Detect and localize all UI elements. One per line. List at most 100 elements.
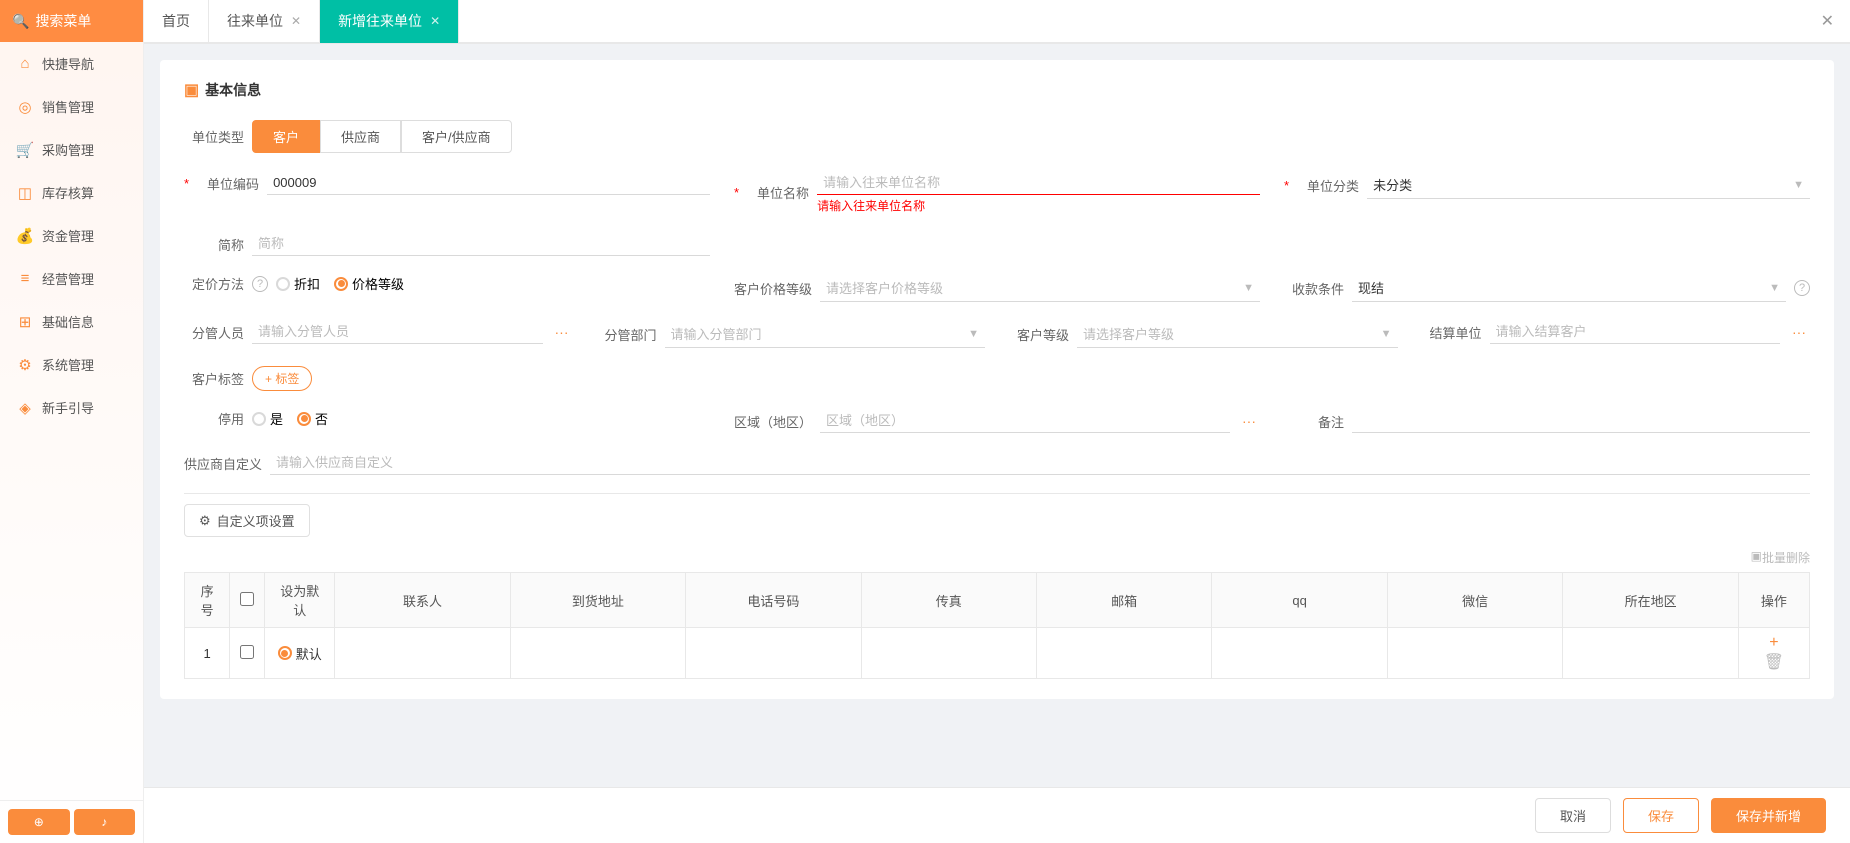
window-close-btn[interactable]: ✕ (1805, 0, 1850, 43)
supplier-custom-input[interactable] (270, 451, 1810, 475)
manager-ellipsis[interactable]: ··· (551, 322, 573, 342)
tab-partners[interactable]: 往来单位 ✕ (209, 0, 320, 43)
row-select[interactable] (240, 645, 254, 659)
col-address: 到货地址 (510, 573, 685, 628)
sidebar-search[interactable]: 🔍 搜索菜单 (0, 0, 143, 42)
row-fax[interactable] (861, 628, 1036, 679)
sidebar-item-basic[interactable]: ⊞ 基础信息 (0, 300, 143, 343)
batch-delete-icon: ▣ (1751, 549, 1762, 566)
tab-new-partner[interactable]: 新增往来单位 ✕ (320, 0, 459, 43)
row-address[interactable] (510, 628, 685, 679)
row-fax-input[interactable] (872, 646, 1026, 661)
sidebar-item-guide[interactable]: ◈ 新手引导 (0, 386, 143, 429)
row-qq[interactable] (1212, 628, 1388, 679)
unit-type-row: 单位类型 客户 供应商 客户/供应商 (184, 120, 1810, 153)
row-phone[interactable] (686, 628, 861, 679)
row-region[interactable] (1563, 628, 1738, 679)
row-address-input[interactable] (521, 646, 675, 661)
row-default-radio[interactable]: 默认 (275, 644, 324, 663)
row-add-btn[interactable]: + (1764, 632, 1783, 653)
sidebar-item-sales[interactable]: ◎ 销售管理 (0, 85, 143, 128)
manager-input[interactable] (252, 320, 543, 344)
tab-bar: 首页 往来单位 ✕ 新增往来单位 ✕ ✕ (144, 0, 1850, 44)
unit-name-input[interactable] (817, 171, 1260, 195)
sidebar-item-label: 系统管理 (42, 355, 94, 374)
settlement-ellipsis[interactable]: ··· (1788, 322, 1810, 342)
save-button[interactable]: 保存 (1623, 798, 1699, 833)
pricing-price-level[interactable]: 价格等级 (334, 274, 404, 293)
purchase-icon: 🛒 (16, 141, 34, 159)
tab-new-partner-close[interactable]: ✕ (430, 14, 440, 28)
batch-delete-label: 批量删除 (1762, 549, 1810, 566)
row-contact-input[interactable] (345, 646, 499, 661)
unit-category-star: * (1284, 178, 1289, 193)
row-region-input[interactable] (1573, 646, 1727, 661)
row-contact[interactable] (335, 628, 510, 679)
payment-terms-help-icon[interactable]: ? (1794, 280, 1810, 296)
department-select[interactable]: 请输入分管部门 ▼ (665, 320, 986, 348)
remark-input[interactable] (1352, 409, 1810, 433)
sidebar-item-operation[interactable]: ≡ 经营管理 (0, 257, 143, 300)
disabled-label: 停用 (184, 409, 244, 428)
unit-type-label: 单位类型 (184, 127, 244, 146)
manager-label: 分管人员 (184, 323, 244, 342)
tab-home[interactable]: 首页 (144, 0, 209, 43)
customer-level-select[interactable]: 请选择客户等级 ▼ (1077, 320, 1398, 348)
sidebar-item-label: 销售管理 (42, 97, 94, 116)
remark-item: 备注 (1284, 409, 1810, 433)
sidebar-item-label: 采购管理 (42, 140, 94, 159)
section-title-text: 基本信息 (205, 80, 261, 100)
sidebar-btn1[interactable]: ⊕ (8, 809, 70, 835)
save-new-button[interactable]: 保存并新增 (1711, 798, 1826, 833)
sidebar-item-purchase[interactable]: 🛒 采购管理 (0, 128, 143, 171)
row-phone-input[interactable] (696, 646, 850, 661)
row-delete-btn[interactable]: 🗑 (1759, 652, 1789, 673)
sidebar-item-quick-nav[interactable]: ⌂ 快捷导航 (0, 42, 143, 85)
main-area: 首页 往来单位 ✕ 新增往来单位 ✕ ✕ ▣ 基本信息 单位类型 (144, 0, 1850, 843)
batch-delete[interactable]: ▣ 批量删除 (184, 549, 1810, 566)
tab-partners-close[interactable]: ✕ (291, 14, 301, 28)
row-wechat-input[interactable] (1398, 646, 1552, 661)
settlement-label: 结算单位 (1422, 323, 1482, 342)
pricing-discount[interactable]: 折扣 (276, 274, 320, 293)
table-body: 1 默认 (185, 628, 1810, 679)
row-qq-input[interactable] (1222, 646, 1377, 661)
short-name-item: 简称 (184, 232, 710, 256)
customer-price-level-select[interactable]: 请选择客户价格等级 ▼ (820, 274, 1260, 302)
pricing-help-icon[interactable]: ? (252, 276, 268, 292)
sidebar-item-label: 经营管理 (42, 269, 94, 288)
cancel-button[interactable]: 取消 (1535, 798, 1611, 833)
disabled-yes-circle (252, 412, 266, 426)
region-ellipsis[interactable]: ··· (1238, 411, 1260, 431)
short-name-input[interactable] (252, 232, 710, 256)
unit-type-supplier[interactable]: 供应商 (320, 120, 401, 153)
settlement-input[interactable] (1490, 320, 1781, 344)
unit-category-arrow: ▼ (1793, 179, 1804, 191)
region-input[interactable] (820, 409, 1230, 433)
row-email-input[interactable] (1047, 646, 1201, 661)
col-checkbox (230, 573, 265, 628)
row-wechat[interactable] (1387, 628, 1562, 679)
table-row: 1 默认 (185, 628, 1810, 679)
sidebar-item-finance[interactable]: 💰 资金管理 (0, 214, 143, 257)
disabled-no-circle (297, 412, 311, 426)
sidebar-btn2[interactable]: ♪ (74, 809, 136, 835)
department-item: 分管部门 请输入分管部门 ▼ (597, 320, 986, 348)
sidebar-item-system[interactable]: ⚙ 系统管理 (0, 343, 143, 386)
custom-settings-btn[interactable]: ⚙ 自定义项设置 (184, 504, 310, 537)
add-tag-btn[interactable]: + 标签 (252, 366, 312, 391)
customer-price-level-arrow: ▼ (1243, 282, 1254, 294)
supplier-custom-item: 供应商自定义 (184, 451, 1810, 475)
guide-icon: ◈ (16, 399, 34, 417)
row-email[interactable] (1036, 628, 1211, 679)
customer-level-value: 请选择客户等级 (1083, 324, 1377, 343)
unit-type-both[interactable]: 客户/供应商 (401, 120, 512, 153)
unit-code-input[interactable] (267, 171, 710, 195)
unit-category-select[interactable]: 未分类 ▼ (1367, 171, 1810, 199)
disabled-no[interactable]: 否 (297, 409, 328, 428)
sidebar-item-inventory[interactable]: ◫ 库存核算 (0, 171, 143, 214)
table-select-all[interactable] (240, 592, 254, 606)
payment-terms-select[interactable]: 现结 ▼ (1352, 274, 1786, 302)
disabled-yes[interactable]: 是 (252, 409, 283, 428)
unit-type-customer[interactable]: 客户 (252, 120, 320, 153)
